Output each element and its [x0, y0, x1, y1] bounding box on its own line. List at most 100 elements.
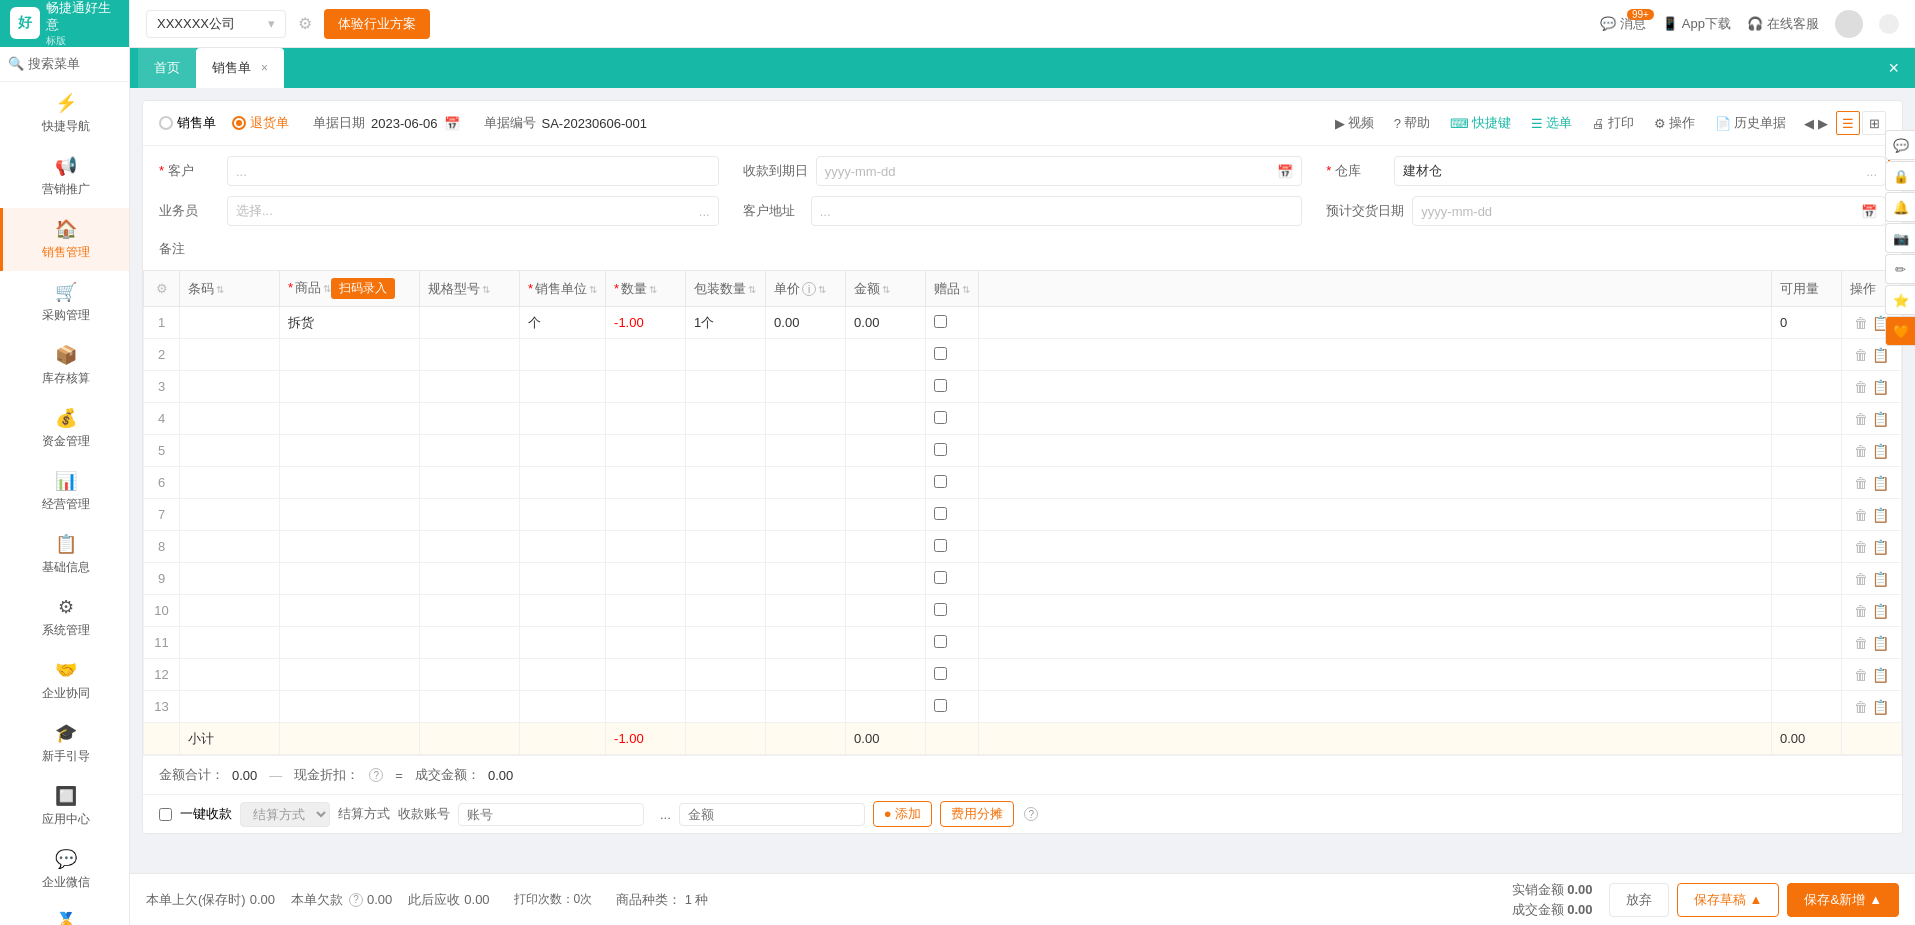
- print-btn[interactable]: 🖨 打印: [1586, 111, 1640, 135]
- list-view-btn[interactable]: ☰: [1836, 111, 1860, 135]
- select-btn[interactable]: ☰ 选单: [1525, 111, 1578, 135]
- trial-btn[interactable]: 体验行业方案: [324, 9, 430, 39]
- copy-row-btn[interactable]: 📋: [1872, 507, 1889, 523]
- expected-delivery-input[interactable]: yyyy-mm-dd 📅: [1412, 196, 1886, 226]
- copy-row-btn[interactable]: 📋: [1872, 475, 1889, 491]
- help-btn[interactable]: ? 帮助: [1388, 111, 1436, 135]
- delete-row-btn[interactable]: 🗑: [1854, 443, 1868, 459]
- shortcut-btn[interactable]: ⌨ 快捷键: [1444, 111, 1517, 135]
- scan-btn[interactable]: 扫码录入: [331, 278, 395, 299]
- expense-info-icon[interactable]: ?: [1024, 807, 1038, 821]
- salesperson-input[interactable]: 选择... ...: [227, 196, 719, 226]
- sidebar-item-marketing[interactable]: 📢 营销推广: [0, 145, 129, 208]
- rp-lock-btn[interactable]: 🔒: [1885, 161, 1915, 191]
- save-new-btn[interactable]: 保存&新增 ▲: [1787, 883, 1899, 917]
- online-support-btn[interactable]: 🎧 在线客服: [1747, 15, 1819, 33]
- sidebar-item-operations[interactable]: 📊 经营管理: [0, 460, 129, 523]
- account-input[interactable]: [458, 803, 644, 826]
- message-btn[interactable]: 💬 消息 99+: [1600, 15, 1646, 33]
- copy-row-btn[interactable]: 📋: [1872, 411, 1889, 427]
- due-date-input[interactable]: yyyy-mm-dd 📅: [816, 156, 1303, 186]
- price-info-icon[interactable]: i: [802, 282, 816, 296]
- sidebar-item-guide[interactable]: 🎓 新手引导: [0, 712, 129, 775]
- abandon-btn[interactable]: 放弃: [1609, 883, 1669, 917]
- user-avatar[interactable]: [1835, 10, 1863, 38]
- delete-row-btn[interactable]: 🗑: [1854, 571, 1868, 587]
- settings-icon[interactable]: ⚙: [298, 14, 312, 33]
- sidebar-item-finance[interactable]: 💰 资金管理: [0, 397, 129, 460]
- add-payment-btn[interactable]: ● 添加: [873, 801, 932, 827]
- sidebar-search[interactable]: 🔍 搜索菜单: [0, 47, 129, 82]
- row-qty-1[interactable]: -1.00: [606, 307, 686, 339]
- rp-orange-btn[interactable]: 🧡: [1885, 316, 1915, 346]
- row-product-1[interactable]: 拆货: [280, 307, 420, 339]
- radio-sales-order[interactable]: 销售单: [159, 114, 216, 132]
- copy-row-btn[interactable]: 📋: [1872, 603, 1889, 619]
- calc-method-select[interactable]: 结算方式: [240, 802, 330, 827]
- copy-row-btn[interactable]: 📋: [1872, 667, 1889, 683]
- delete-row-btn[interactable]: 🗑: [1854, 603, 1868, 619]
- rp-chat-btn[interactable]: 💬: [1885, 130, 1915, 160]
- copy-row-btn[interactable]: 📋: [1872, 379, 1889, 395]
- delete-row-btn[interactable]: 🗑: [1854, 539, 1868, 555]
- row-price-1[interactable]: 0.00: [766, 307, 846, 339]
- rp-star-btn[interactable]: ⭐: [1885, 285, 1915, 315]
- radio-return-order[interactable]: 退货单: [232, 114, 289, 132]
- delete-row-btn[interactable]: 🗑: [1854, 507, 1868, 523]
- copy-row-btn[interactable]: 📋: [1872, 635, 1889, 651]
- amount-input[interactable]: [679, 803, 865, 826]
- save-draft-btn[interactable]: 保存草稿 ▲: [1677, 883, 1780, 917]
- sidebar-item-shortcuts[interactable]: ⚡ 快捷导航: [0, 82, 129, 145]
- row-amount-1[interactable]: 0.00: [846, 307, 926, 339]
- row-pkgqty-1[interactable]: 1个: [686, 307, 766, 339]
- customer-input[interactable]: ...: [227, 156, 719, 186]
- tab-home[interactable]: 首页: [138, 48, 196, 88]
- copy-row-btn[interactable]: 📋: [1872, 539, 1889, 555]
- sidebar-item-purchase[interactable]: 🛒 采购管理: [0, 271, 129, 334]
- sidebar-item-apps[interactable]: 🔲 应用中心: [0, 775, 129, 838]
- sidebar-item-inventory[interactable]: 📦 库存核算: [0, 334, 129, 397]
- sidebar-item-sales[interactable]: 🏠 销售管理: [0, 208, 129, 271]
- delete-row-btn[interactable]: 🗑: [1854, 667, 1868, 683]
- prev-page-icon[interactable]: ◀: [1804, 116, 1814, 131]
- copy-row-btn[interactable]: 📋: [1872, 571, 1889, 587]
- company-selector[interactable]: XXXXXX公司 ▾: [146, 10, 286, 38]
- delete-row-btn-1[interactable]: 🗑: [1854, 315, 1868, 331]
- operation-btn[interactable]: ⚙ 操作: [1648, 111, 1701, 135]
- delete-row-btn[interactable]: 🗑: [1854, 379, 1868, 395]
- delete-row-btn[interactable]: 🗑: [1854, 699, 1868, 715]
- tab-sales-order[interactable]: 销售单 ×: [196, 48, 284, 88]
- sidebar-item-member[interactable]: 🏅 畅会员: [0, 901, 129, 925]
- table-gear-icon[interactable]: ⚙: [156, 281, 168, 296]
- copy-row-btn[interactable]: 📋: [1872, 443, 1889, 459]
- video-btn[interactable]: ▶ 视频: [1329, 111, 1380, 135]
- rp-camera-btn[interactable]: 📷: [1885, 223, 1915, 253]
- row-spec-1[interactable]: [420, 307, 520, 339]
- calendar-icon[interactable]: 📅: [444, 116, 460, 131]
- one-click-payment-checkbox[interactable]: [159, 808, 172, 821]
- sidebar-item-basics[interactable]: 📋 基础信息: [0, 523, 129, 586]
- app-download-btn[interactable]: 📱 App下载: [1662, 15, 1731, 33]
- delete-row-btn[interactable]: 🗑: [1854, 411, 1868, 427]
- copy-row-btn[interactable]: 📋: [1872, 699, 1889, 715]
- delete-row-btn[interactable]: 🗑: [1854, 347, 1868, 363]
- discount-info-icon[interactable]: ?: [369, 768, 383, 782]
- warehouse-input[interactable]: 建材仓 ...: [1394, 156, 1886, 186]
- sidebar-item-wechat[interactable]: 💬 企业微信: [0, 838, 129, 901]
- tabbar-close-btn[interactable]: ×: [1880, 58, 1907, 79]
- rp-edit-btn[interactable]: ✏: [1885, 254, 1915, 284]
- sidebar-item-enterprise[interactable]: 🤝 企业协同: [0, 649, 129, 712]
- next-page-icon[interactable]: ▶: [1818, 116, 1828, 131]
- row-unit-1[interactable]: 个: [520, 307, 606, 339]
- delete-row-btn[interactable]: 🗑: [1854, 635, 1868, 651]
- row-gift-1[interactable]: [926, 307, 979, 339]
- row-barcode-1[interactable]: [180, 307, 280, 339]
- delete-row-btn[interactable]: 🗑: [1854, 475, 1868, 491]
- copy-row-btn[interactable]: 📋: [1872, 347, 1889, 363]
- user-avatar2[interactable]: [1879, 14, 1899, 34]
- expense-split-btn[interactable]: 费用分摊: [940, 801, 1014, 827]
- grid-view-btn[interactable]: ⊞: [1862, 111, 1886, 135]
- rp-notification-btn[interactable]: 🔔: [1885, 192, 1915, 222]
- history-btn[interactable]: 📄 历史单据: [1709, 111, 1792, 135]
- sidebar-item-system[interactable]: ⚙ 系统管理: [0, 586, 129, 649]
